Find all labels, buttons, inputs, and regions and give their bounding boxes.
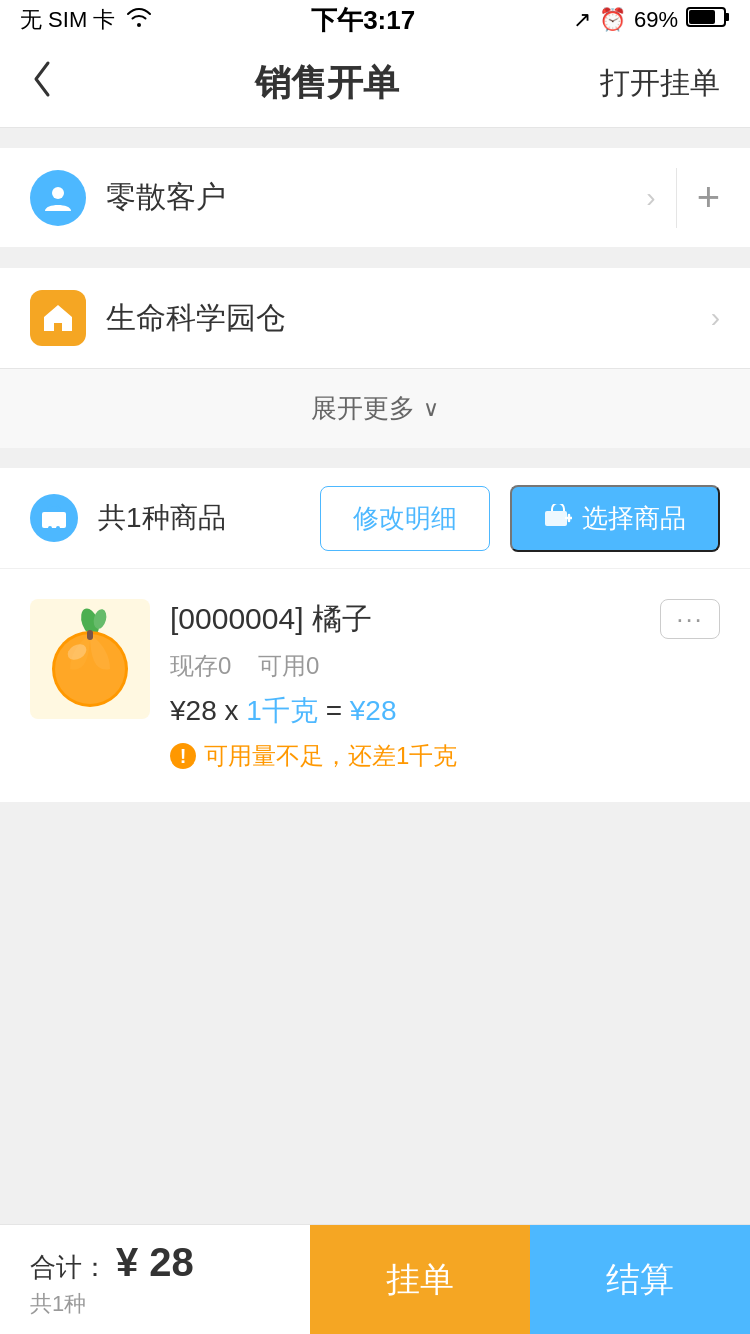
select-cart-icon xyxy=(544,504,572,532)
total-amount: ¥ 28 xyxy=(116,1240,194,1285)
wifi-icon xyxy=(125,7,153,33)
customer-divider xyxy=(676,168,677,228)
customer-arrow-icon: › xyxy=(646,182,655,214)
warning-icon: ! xyxy=(170,743,196,769)
product-more-button[interactable]: ··· xyxy=(660,599,720,639)
page-title: 销售开单 xyxy=(255,59,399,108)
section-gap-2 xyxy=(0,248,750,268)
add-customer-button[interactable]: + xyxy=(697,175,720,220)
warehouse-arrow-icon: › xyxy=(711,302,720,334)
total-label-row: 合计： ¥ 28 xyxy=(30,1240,280,1285)
back-button[interactable] xyxy=(30,59,54,108)
price-unit: ¥28 xyxy=(170,695,217,726)
modify-detail-button[interactable]: 修改明细 xyxy=(320,486,490,551)
warehouse-name: 生命科学园仓 xyxy=(106,298,711,339)
product-header-icon xyxy=(30,494,78,542)
svg-point-13 xyxy=(55,634,125,704)
svg-rect-7 xyxy=(545,511,567,526)
alarm-icon: ⏰ xyxy=(599,7,626,33)
svg-point-3 xyxy=(52,187,64,199)
product-price: ¥28 x 1千克 = ¥28 xyxy=(170,692,640,730)
warning-text: 可用量不足，还差1千克 xyxy=(204,740,457,772)
person-icon xyxy=(41,181,75,215)
select-product-button[interactable]: 选择商品 xyxy=(510,485,720,552)
price-total: ¥28 xyxy=(350,695,397,726)
status-left: 无 SIM 卡 xyxy=(20,5,153,35)
product-name: [0000004] 橘子 xyxy=(170,599,640,640)
customer-name: 零散客户 xyxy=(106,177,646,218)
svg-rect-15 xyxy=(87,630,93,640)
svg-rect-2 xyxy=(689,10,715,24)
svg-point-6 xyxy=(56,526,60,530)
cart-icon xyxy=(40,504,68,532)
open-pending-button[interactable]: 打开挂单 xyxy=(600,63,720,104)
home-icon xyxy=(41,301,75,335)
product-header: 共1种商品 修改明细 选择商品 xyxy=(0,468,750,568)
expand-more-label: 展开更多 xyxy=(311,391,415,426)
customer-row[interactable]: 零散客户 › + xyxy=(0,148,750,248)
product-code: [0000004] xyxy=(170,602,303,635)
battery-label: 69% xyxy=(634,7,678,33)
product-warning: ! 可用量不足，还差1千克 xyxy=(170,740,640,772)
section-gap-1 xyxy=(0,128,750,148)
status-right: ↗ ⏰ 69% xyxy=(573,6,730,34)
product-name-text: 橘子 xyxy=(312,602,372,635)
warehouse-icon xyxy=(30,290,86,346)
carrier-label: 无 SIM 卡 xyxy=(20,5,115,35)
total-section: 合计： ¥ 28 共1种 xyxy=(0,1240,310,1319)
svg-rect-1 xyxy=(725,13,729,21)
status-bar: 无 SIM 卡 下午3:17 ↗ ⏰ 69% xyxy=(0,0,750,40)
select-product-label: 选择商品 xyxy=(582,501,686,536)
product-item: [0000004] 橘子 现存0 可用0 ¥28 x 1千克 = ¥28 ! 可… xyxy=(0,568,750,802)
nav-bar: 销售开单 打开挂单 xyxy=(0,40,750,128)
pending-button[interactable]: 挂单 xyxy=(310,1225,530,1335)
orange-image xyxy=(35,604,145,714)
location-icon: ↗ xyxy=(573,7,591,33)
product-info: [0000004] 橘子 现存0 可用0 ¥28 x 1千克 = ¥28 ! 可… xyxy=(170,599,640,772)
bottom-bar: 合计： ¥ 28 共1种 挂单 结算 xyxy=(0,1224,750,1334)
battery-icon xyxy=(686,6,730,34)
product-image xyxy=(30,599,150,719)
status-time: 下午3:17 xyxy=(311,3,415,38)
equals-symbol: = xyxy=(326,695,350,726)
svg-rect-4 xyxy=(42,512,66,528)
multiply-symbol: x xyxy=(225,695,247,726)
checkout-button[interactable]: 结算 xyxy=(530,1225,750,1335)
svg-point-5 xyxy=(48,526,52,530)
stock-label: 现存0 xyxy=(170,652,231,679)
more-dots-icon: ··· xyxy=(676,604,704,635)
customer-avatar xyxy=(30,170,86,226)
total-sub-text: 共1种 xyxy=(30,1289,280,1319)
quantity-value: 1千克 xyxy=(246,695,318,726)
section-gap-3 xyxy=(0,448,750,468)
total-label-text: 合计： xyxy=(30,1250,108,1285)
product-count-label: 共1种商品 xyxy=(98,499,300,537)
product-stock: 现存0 可用0 xyxy=(170,650,640,682)
warehouse-row[interactable]: 生命科学园仓 › xyxy=(0,268,750,368)
available-label: 可用0 xyxy=(258,652,319,679)
expand-more-button[interactable]: 展开更多 ∨ xyxy=(0,368,750,448)
chevron-down-icon: ∨ xyxy=(423,396,439,422)
